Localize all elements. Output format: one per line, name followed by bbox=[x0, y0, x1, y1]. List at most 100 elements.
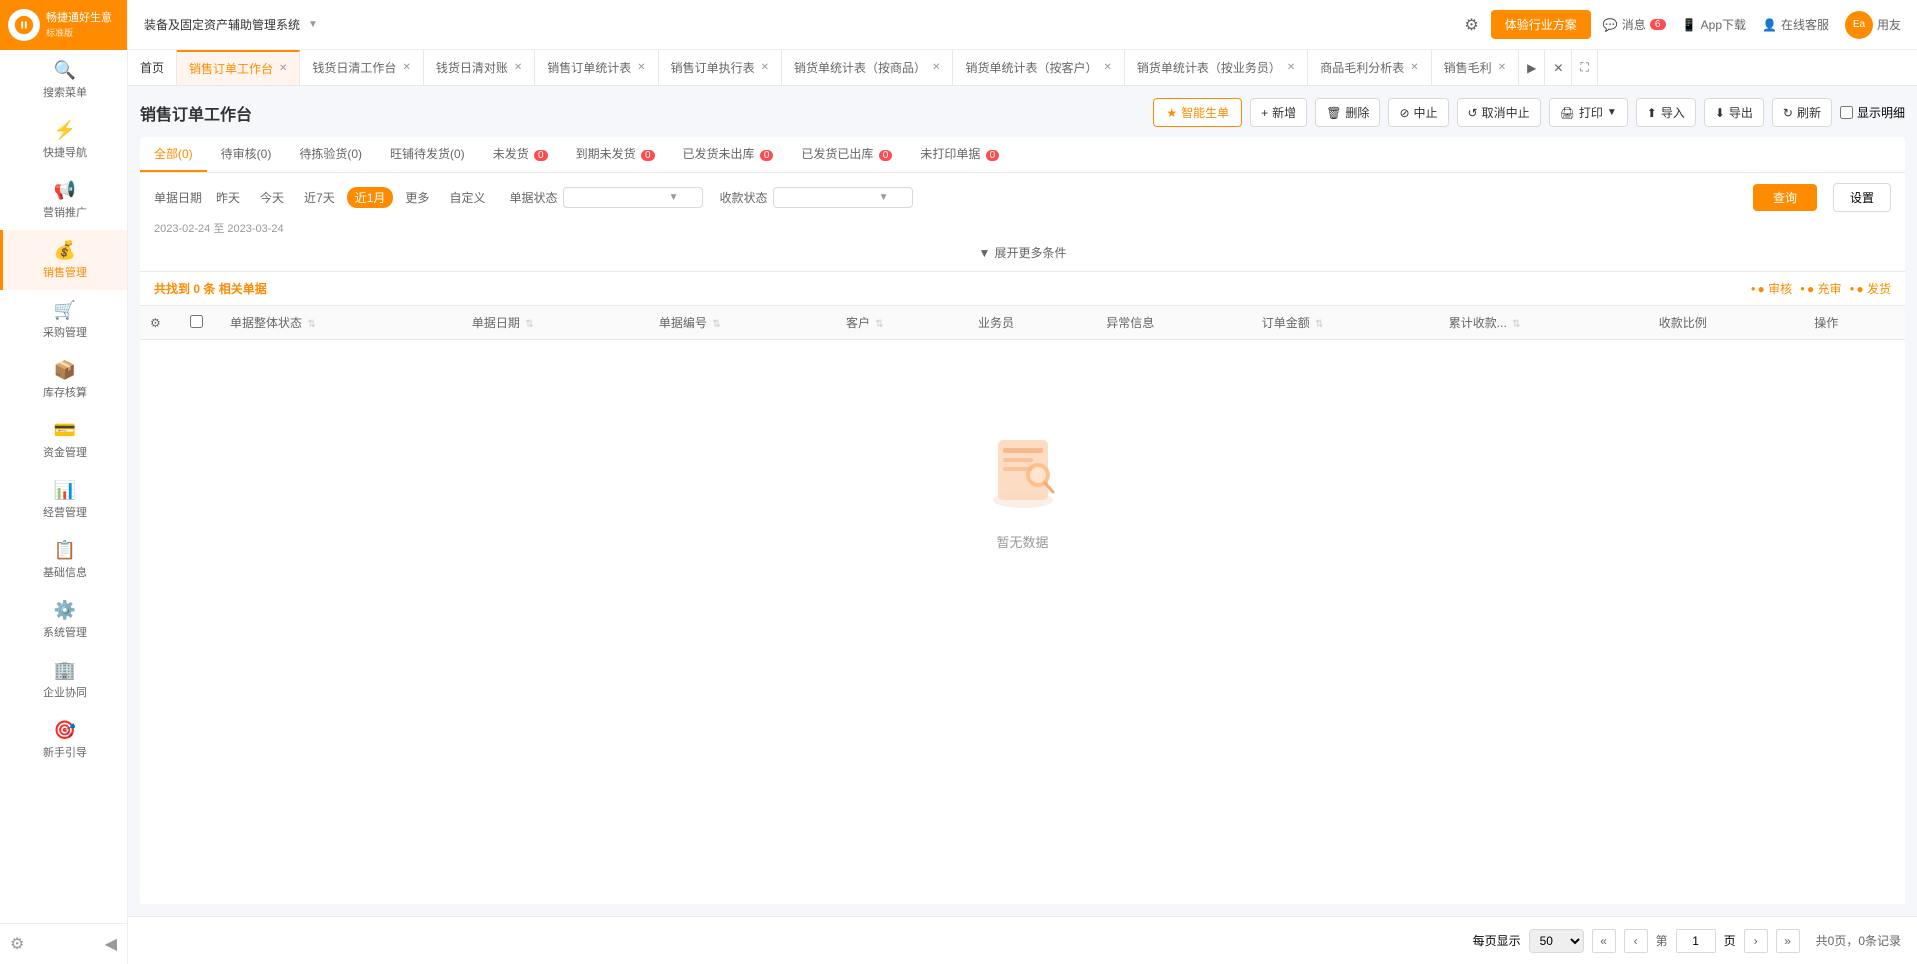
sort-status-icon[interactable]: ⇅ bbox=[307, 319, 315, 330]
tab-close-cash-reconcile[interactable]: ✕ bbox=[514, 62, 522, 73]
sidebar-item-marketing[interactable]: 📢 营销推广 bbox=[0, 170, 127, 230]
col-client: 客户 ⇅ bbox=[836, 306, 968, 340]
sort-amount-icon[interactable]: ⇅ bbox=[1315, 319, 1323, 330]
refresh-button[interactable]: ↻ 刷新 bbox=[1772, 98, 1832, 127]
sidebar-item-search[interactable]: 🔍 搜索菜单 bbox=[0, 50, 127, 110]
filter-tab-not-shipped[interactable]: 未发货 0 bbox=[479, 137, 562, 172]
sort-number-icon[interactable]: ⇅ bbox=[712, 319, 720, 330]
status-select[interactable]: ▼ bbox=[563, 187, 703, 208]
tab-close-cash-daily[interactable]: ✕ bbox=[402, 62, 410, 73]
smart-create-button[interactable]: ★ 智能生单 bbox=[1153, 98, 1242, 127]
unreview-action-btn[interactable]: ● 充审 bbox=[1800, 280, 1841, 297]
tabs-nav-more[interactable]: ▶ bbox=[1519, 50, 1545, 86]
delete-button[interactable]: 🗑 删除 bbox=[1315, 98, 1380, 127]
sidebar-item-quick-nav[interactable]: ⚡ 快捷导航 bbox=[0, 110, 127, 170]
filter-tab-shipped-not-out[interactable]: 已发货未出库 0 bbox=[669, 137, 788, 172]
tab-close-sales-summary-staff[interactable]: ✕ bbox=[1287, 62, 1295, 73]
sidebar-item-enterprise[interactable]: 🏢 企业协同 bbox=[0, 650, 127, 710]
sidebar-item-guide[interactable]: 🎯 新手引导 bbox=[0, 710, 127, 770]
page-size-select[interactable]: 20 50 100 bbox=[1529, 929, 1584, 953]
online-service-button[interactable]: 👤 在线客服 bbox=[1762, 16, 1829, 33]
tab-gross-margin[interactable]: 商品毛利分析表 ✕ bbox=[1308, 50, 1431, 86]
sidebar-item-base-info[interactable]: 📋 基础信息 bbox=[0, 530, 127, 590]
page-number-input[interactable] bbox=[1676, 929, 1716, 953]
prev-page-button[interactable]: ‹ bbox=[1624, 929, 1648, 953]
export-button[interactable]: ⬇ 导出 bbox=[1704, 98, 1764, 127]
filter-tab-all[interactable]: 全部(0) bbox=[140, 137, 207, 172]
tab-close-sales-profit[interactable]: ✕ bbox=[1498, 62, 1506, 73]
plus-icon: + bbox=[1261, 106, 1268, 120]
import-button[interactable]: ⬆ 导入 bbox=[1636, 98, 1696, 127]
settings-icon[interactable]: ⚙ bbox=[10, 934, 24, 954]
tab-cash-daily[interactable]: 钱货日清工作台 ✕ bbox=[300, 50, 423, 86]
message-button[interactable]: 💬 消息 6 bbox=[1603, 16, 1666, 33]
filter-tab-not-printed[interactable]: 未打印单据 0 bbox=[906, 137, 1013, 172]
tab-sales-workbench[interactable]: 销售订单工作台 ✕ bbox=[177, 50, 300, 86]
expand-conditions-button[interactable]: ▼ 展开更多条件 bbox=[979, 244, 1067, 261]
col-settings[interactable]: ⚙ bbox=[140, 306, 180, 340]
first-page-button[interactable]: « bbox=[1592, 929, 1616, 953]
tabs-nav-close[interactable]: ✕ bbox=[1545, 50, 1572, 86]
settings-gear-icon[interactable]: ⚙ bbox=[1464, 15, 1478, 35]
tab-sales-summary-staff[interactable]: 销货单统计表（按业务员） ✕ bbox=[1125, 50, 1308, 86]
tab-sales-stats[interactable]: 销售订单统计表 ✕ bbox=[535, 50, 658, 86]
tab-close-sales-summary-product[interactable]: ✕ bbox=[932, 62, 940, 73]
filter-tab-pending-inspect[interactable]: 待拣验货(0) bbox=[285, 137, 376, 172]
industry-solution-button[interactable]: 体验行业方案 bbox=[1491, 10, 1591, 39]
tabs-nav-fullscreen[interactable]: ⛶ bbox=[1572, 50, 1597, 86]
review-action-btn[interactable]: ● 审核 bbox=[1751, 280, 1792, 297]
collapse-icon[interactable]: ◀ bbox=[105, 934, 117, 954]
date-option-7days[interactable]: 近7天 bbox=[296, 187, 343, 208]
sort-collected-icon[interactable]: ⇅ bbox=[1512, 319, 1520, 330]
col-checkbox[interactable] bbox=[180, 306, 220, 340]
filter-tab-shipped-out[interactable]: 已发货已出库 0 bbox=[787, 137, 906, 172]
purchase-icon: 🛒 bbox=[54, 300, 76, 321]
app-download-button[interactable]: 📱 App下载 bbox=[1682, 16, 1746, 33]
sidebar-item-purchase[interactable]: 🛒 采购管理 bbox=[0, 290, 127, 350]
filter-tab-wangpu-ship[interactable]: 旺铺待发货(0) bbox=[376, 137, 479, 172]
search-icon: 🔍 bbox=[54, 60, 76, 81]
ship-action-btn[interactable]: ● 发货 bbox=[1850, 280, 1891, 297]
query-button[interactable]: 查询 bbox=[1753, 184, 1817, 211]
next-page-button[interactable]: › bbox=[1744, 929, 1768, 953]
stop-button[interactable]: ⊘ 中止 bbox=[1388, 98, 1448, 127]
cancel-stop-button[interactable]: ↺ 取消中止 bbox=[1457, 98, 1541, 127]
add-button[interactable]: + 新增 bbox=[1250, 98, 1307, 127]
sort-client-icon[interactable]: ⇅ bbox=[875, 319, 883, 330]
tab-sales-profit[interactable]: 销售毛利 ✕ bbox=[1432, 50, 1519, 86]
tab-cash-reconcile[interactable]: 钱货日清对账 ✕ bbox=[424, 50, 535, 86]
date-option-1month[interactable]: 近1月 bbox=[347, 187, 394, 208]
date-option-today[interactable]: 今天 bbox=[252, 187, 292, 208]
print-button[interactable]: 🖨 打印 ▼ bbox=[1549, 98, 1628, 127]
tab-close-sales-workbench[interactable]: ✕ bbox=[279, 63, 287, 74]
tab-home[interactable]: 首页 bbox=[128, 50, 177, 86]
tab-sales-summary-client[interactable]: 销货单统计表（按客户） ✕ bbox=[953, 50, 1124, 86]
tab-sales-summary-product[interactable]: 销货单统计表（按商品） ✕ bbox=[782, 50, 953, 86]
sidebar-item-sales[interactable]: 💰 销售管理 bbox=[0, 230, 127, 290]
tab-close-sales-exec[interactable]: ✕ bbox=[761, 62, 769, 73]
select-all-checkbox[interactable] bbox=[190, 315, 203, 328]
sidebar-item-finance[interactable]: 💳 资金管理 bbox=[0, 410, 127, 470]
set-button[interactable]: 设置 bbox=[1833, 183, 1891, 212]
user-menu[interactable]: Ea 用友 bbox=[1845, 11, 1901, 39]
sort-date-icon[interactable]: ⇅ bbox=[525, 319, 533, 330]
date-option-yesterday[interactable]: 昨天 bbox=[208, 187, 248, 208]
tab-close-gross-margin[interactable]: ✕ bbox=[1410, 62, 1418, 73]
payment-select[interactable]: ▼ bbox=[773, 187, 913, 208]
last-page-button[interactable]: » bbox=[1776, 929, 1800, 953]
tab-sales-exec[interactable]: 销售订单执行表 ✕ bbox=[659, 50, 782, 86]
date-option-custom[interactable]: 自定义 bbox=[441, 187, 493, 208]
empty-illustration bbox=[973, 420, 1073, 520]
sidebar-item-inventory[interactable]: 📦 库存核算 bbox=[0, 350, 127, 410]
filter-tab-pending-review[interactable]: 待审核(0) bbox=[207, 137, 286, 172]
table-actions: ● 审核 ● 充审 ● 发货 bbox=[1751, 280, 1891, 297]
date-option-more[interactable]: 更多 bbox=[397, 187, 437, 208]
system-dropdown[interactable]: ▼ bbox=[308, 19, 318, 30]
show-detail-toggle[interactable]: 显示明细 bbox=[1840, 104, 1905, 121]
tab-close-sales-summary-client[interactable]: ✕ bbox=[1103, 62, 1111, 73]
sidebar-item-system[interactable]: ⚙️ 系统管理 bbox=[0, 590, 127, 650]
sidebar-item-operations[interactable]: 📊 经营管理 bbox=[0, 470, 127, 530]
filter-tab-overdue-not-shipped[interactable]: 到期未发货 0 bbox=[562, 137, 669, 172]
show-detail-checkbox[interactable] bbox=[1840, 106, 1853, 119]
tab-close-sales-stats[interactable]: ✕ bbox=[637, 62, 645, 73]
